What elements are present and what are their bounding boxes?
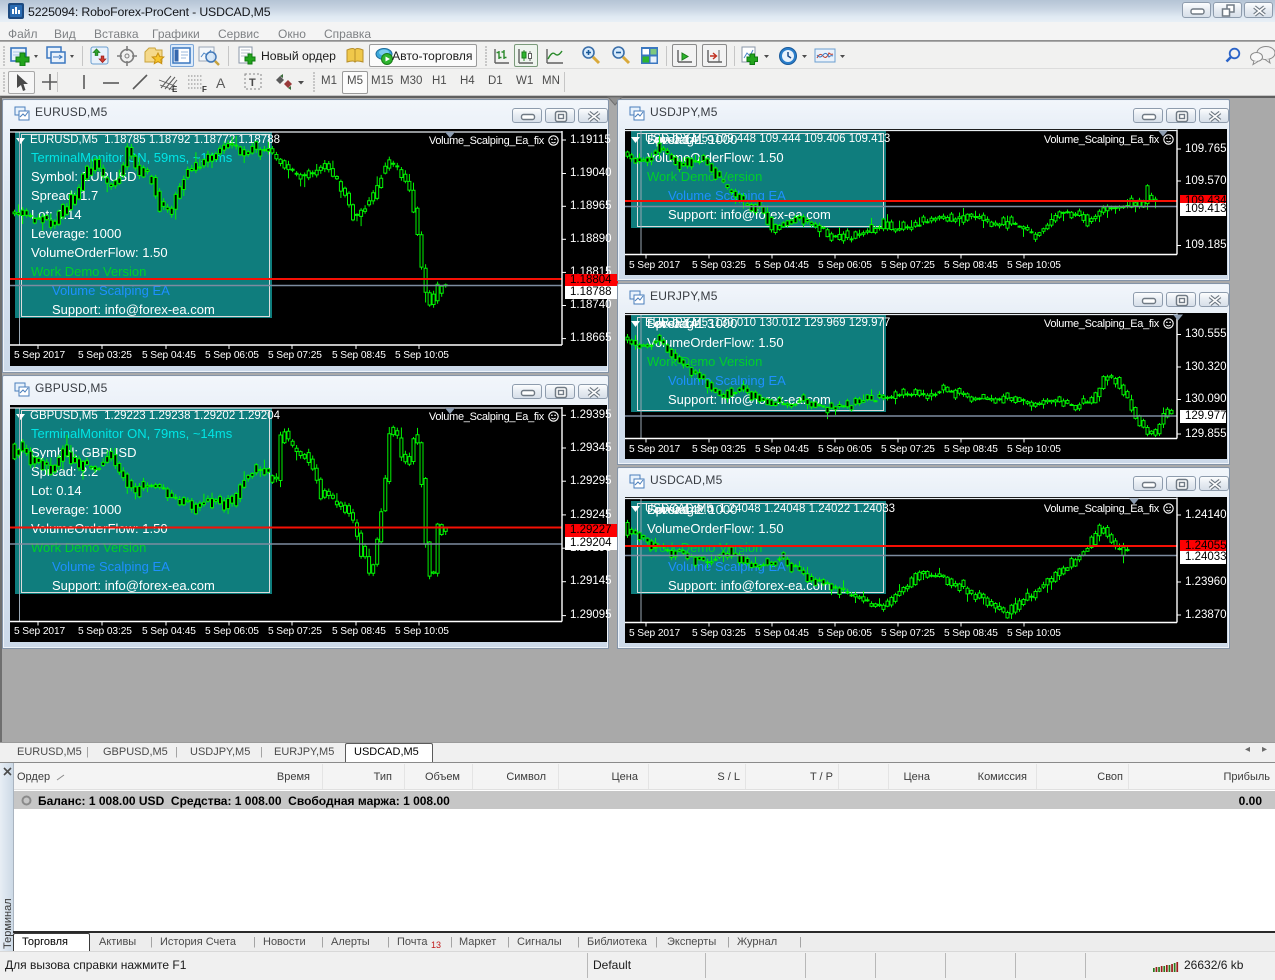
svg-text:E: E: [172, 85, 178, 93]
svg-text:F: F: [202, 85, 207, 93]
svg-text:T: T: [249, 77, 256, 89]
